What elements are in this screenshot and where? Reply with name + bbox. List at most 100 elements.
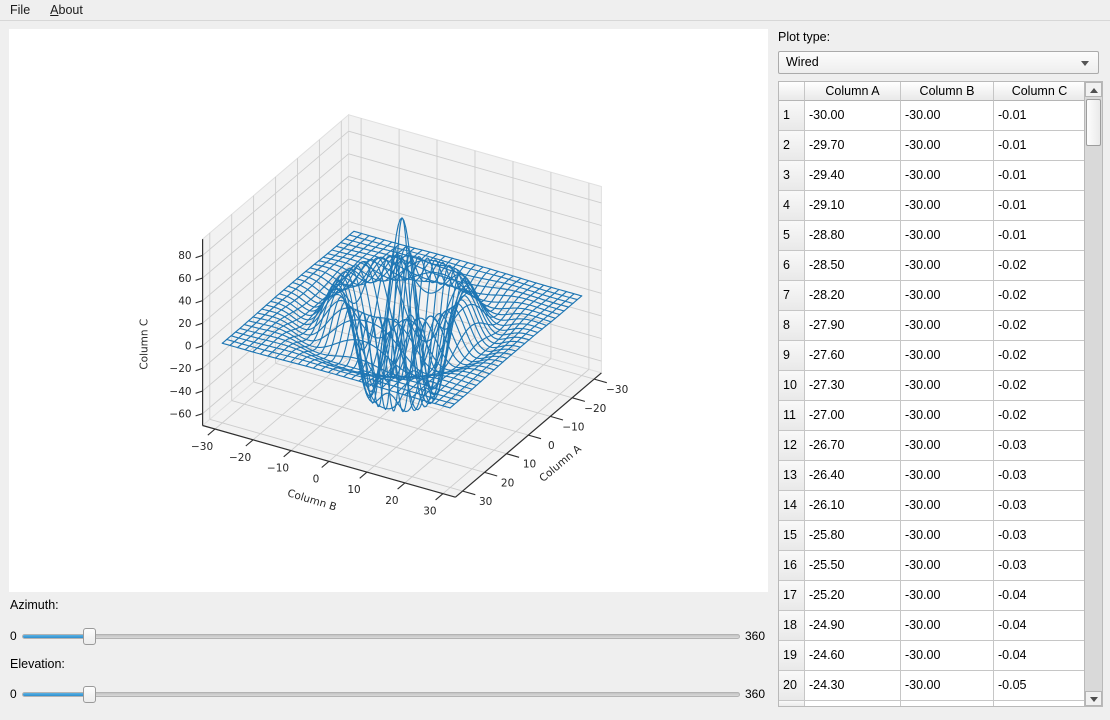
azimuth-slider-handle[interactable] <box>83 628 96 645</box>
table-vertical-scrollbar[interactable] <box>1084 82 1102 706</box>
scroll-down-icon[interactable] <box>1085 691 1102 706</box>
table-cell[interactable]: -30.00 <box>805 101 901 131</box>
table-cell[interactable] <box>901 701 994 707</box>
row-header-cell[interactable]: 8 <box>779 311 805 341</box>
table-cell[interactable]: -25.50 <box>805 551 901 581</box>
row-header-cell[interactable]: 17 <box>779 581 805 611</box>
table-cell[interactable]: -30.00 <box>901 491 994 521</box>
table-cell[interactable]: -27.60 <box>805 341 901 371</box>
table-cell[interactable]: -26.10 <box>805 491 901 521</box>
table-cell[interactable]: -0.04 <box>994 581 1086 611</box>
table-cell[interactable]: -24.60 <box>805 641 901 671</box>
row-header-cell[interactable]: 13 <box>779 461 805 491</box>
table-cell[interactable]: -25.80 <box>805 521 901 551</box>
table-cell[interactable]: -0.02 <box>994 281 1086 311</box>
table-cell[interactable]: -0.04 <box>994 641 1086 671</box>
table-cell[interactable]: -30.00 <box>901 251 994 281</box>
row-header-cell[interactable]: 14 <box>779 491 805 521</box>
table-cell[interactable]: -26.40 <box>805 461 901 491</box>
table-cell[interactable]: -24.90 <box>805 611 901 641</box>
table-cell[interactable]: -29.10 <box>805 191 901 221</box>
row-header-cell[interactable]: 6 <box>779 251 805 281</box>
row-header-cell[interactable]: 1 <box>779 101 805 131</box>
row-header-cell[interactable]: 5 <box>779 221 805 251</box>
table-cell[interactable]: -29.70 <box>805 131 901 161</box>
azimuth-slider[interactable] <box>22 628 740 645</box>
column-header-column-a[interactable]: Column A <box>805 82 901 101</box>
table-cell[interactable]: -30.00 <box>901 281 994 311</box>
scrollbar-thumb[interactable] <box>1086 99 1101 146</box>
table-cell[interactable]: -30.00 <box>901 371 994 401</box>
table-cell[interactable]: -30.00 <box>901 101 994 131</box>
table-cell[interactable]: -30.00 <box>901 671 994 701</box>
column-header-column-c[interactable]: Column C <box>994 82 1086 101</box>
table-cell[interactable]: -0.01 <box>994 161 1086 191</box>
table-cell[interactable]: -30.00 <box>901 641 994 671</box>
azimuth-slider-track[interactable] <box>22 634 740 639</box>
menu-item-file[interactable]: File <box>0 0 40 21</box>
table-cell[interactable]: -25.20 <box>805 581 901 611</box>
row-header-cell[interactable]: 4 <box>779 191 805 221</box>
table-cell[interactable]: -0.03 <box>994 551 1086 581</box>
table-cell[interactable]: -30.00 <box>901 341 994 371</box>
table-cell[interactable]: -28.20 <box>805 281 901 311</box>
table-cell[interactable]: -30.00 <box>901 461 994 491</box>
row-header-cell[interactable]: 18 <box>779 611 805 641</box>
table-cell[interactable]: -30.00 <box>901 191 994 221</box>
table-cell[interactable]: -0.01 <box>994 131 1086 161</box>
row-header-cell[interactable]: 9 <box>779 341 805 371</box>
row-header-cell[interactable]: 19 <box>779 641 805 671</box>
table-cell[interactable] <box>805 701 901 707</box>
table-cell[interactable]: -24.30 <box>805 671 901 701</box>
table-cell[interactable]: -0.02 <box>994 311 1086 341</box>
table-cell[interactable]: -28.50 <box>805 251 901 281</box>
row-header-cell[interactable]: 16 <box>779 551 805 581</box>
elevation-slider-handle[interactable] <box>83 686 96 703</box>
table-cell[interactable]: -27.00 <box>805 401 901 431</box>
table-cell[interactable]: -28.80 <box>805 221 901 251</box>
table-cell[interactable]: -30.00 <box>901 611 994 641</box>
row-header-cell[interactable]: 2 <box>779 131 805 161</box>
row-header-cell[interactable]: 15 <box>779 521 805 551</box>
table-cell[interactable]: -30.00 <box>901 131 994 161</box>
table-cell[interactable]: -30.00 <box>901 311 994 341</box>
column-header-column-b[interactable]: Column B <box>901 82 994 101</box>
elevation-slider-track[interactable] <box>22 692 740 697</box>
row-header-cell[interactable]: 3 <box>779 161 805 191</box>
table-cell[interactable]: -30.00 <box>901 581 994 611</box>
table-cell[interactable]: -0.03 <box>994 491 1086 521</box>
row-header-cell[interactable]: 12 <box>779 431 805 461</box>
table-cell[interactable]: -0.02 <box>994 401 1086 431</box>
table-cell[interactable]: -0.03 <box>994 461 1086 491</box>
table-cell[interactable] <box>994 701 1086 707</box>
table-cell[interactable]: -27.90 <box>805 311 901 341</box>
table-cell[interactable]: -30.00 <box>901 431 994 461</box>
table-cell[interactable]: -0.01 <box>994 221 1086 251</box>
table-cell[interactable]: -30.00 <box>901 161 994 191</box>
table-cell[interactable]: -30.00 <box>901 221 994 251</box>
scroll-up-icon[interactable] <box>1085 82 1102 97</box>
row-header-cell[interactable]: 7 <box>779 281 805 311</box>
row-header-cell[interactable]: 20 <box>779 671 805 701</box>
table-cell[interactable]: -0.01 <box>994 101 1086 131</box>
table-cell[interactable]: -30.00 <box>901 551 994 581</box>
table-cell[interactable]: -0.05 <box>994 671 1086 701</box>
table-cell[interactable]: -0.02 <box>994 371 1086 401</box>
plot-type-dropdown[interactable]: Wired <box>778 51 1099 74</box>
row-header-cell[interactable]: 10 <box>779 371 805 401</box>
row-header-cell[interactable]: 11 <box>779 401 805 431</box>
table-cell[interactable]: -27.30 <box>805 371 901 401</box>
menu-item-about[interactable]: About <box>40 0 93 21</box>
table-cell[interactable]: -0.03 <box>994 431 1086 461</box>
table-cell[interactable]: -30.00 <box>901 521 994 551</box>
table-cell[interactable]: -0.02 <box>994 341 1086 371</box>
table-cell[interactable]: -0.04 <box>994 611 1086 641</box>
table-cell[interactable]: -0.03 <box>994 521 1086 551</box>
table-cell[interactable]: -0.02 <box>994 251 1086 281</box>
row-header-cell[interactable] <box>779 701 805 707</box>
table-cell[interactable]: -30.00 <box>901 401 994 431</box>
table-cell[interactable]: -0.01 <box>994 191 1086 221</box>
table-cell[interactable]: -26.70 <box>805 431 901 461</box>
table-cell[interactable]: -29.40 <box>805 161 901 191</box>
elevation-slider[interactable] <box>22 686 740 703</box>
